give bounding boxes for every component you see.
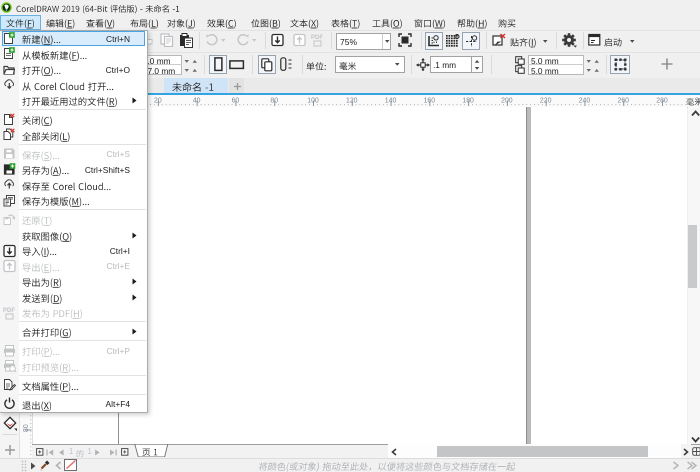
svg-text:240: 240 — [578, 97, 590, 104]
svg-text:160: 160 — [423, 97, 435, 104]
svg-text:40: 40 — [192, 97, 200, 104]
svg-text:60: 60 — [231, 97, 239, 104]
svg-text:220: 220 — [539, 97, 551, 104]
svg-text:PDF: PDF — [3, 308, 15, 314]
svg-text:280: 280 — [656, 97, 668, 104]
svg-text:180: 180 — [462, 97, 474, 104]
svg-text:20: 20 — [154, 97, 162, 104]
svg-text:200: 200 — [501, 97, 513, 104]
svg-text:120: 120 — [346, 97, 358, 104]
svg-text:80: 80 — [22, 424, 29, 432]
svg-text:100: 100 — [307, 97, 319, 104]
svg-text:260: 260 — [617, 97, 629, 104]
svg-text:PDF: PDF — [311, 35, 323, 41]
svg-text:80: 80 — [270, 97, 278, 104]
svg-text:140: 140 — [384, 97, 396, 104]
